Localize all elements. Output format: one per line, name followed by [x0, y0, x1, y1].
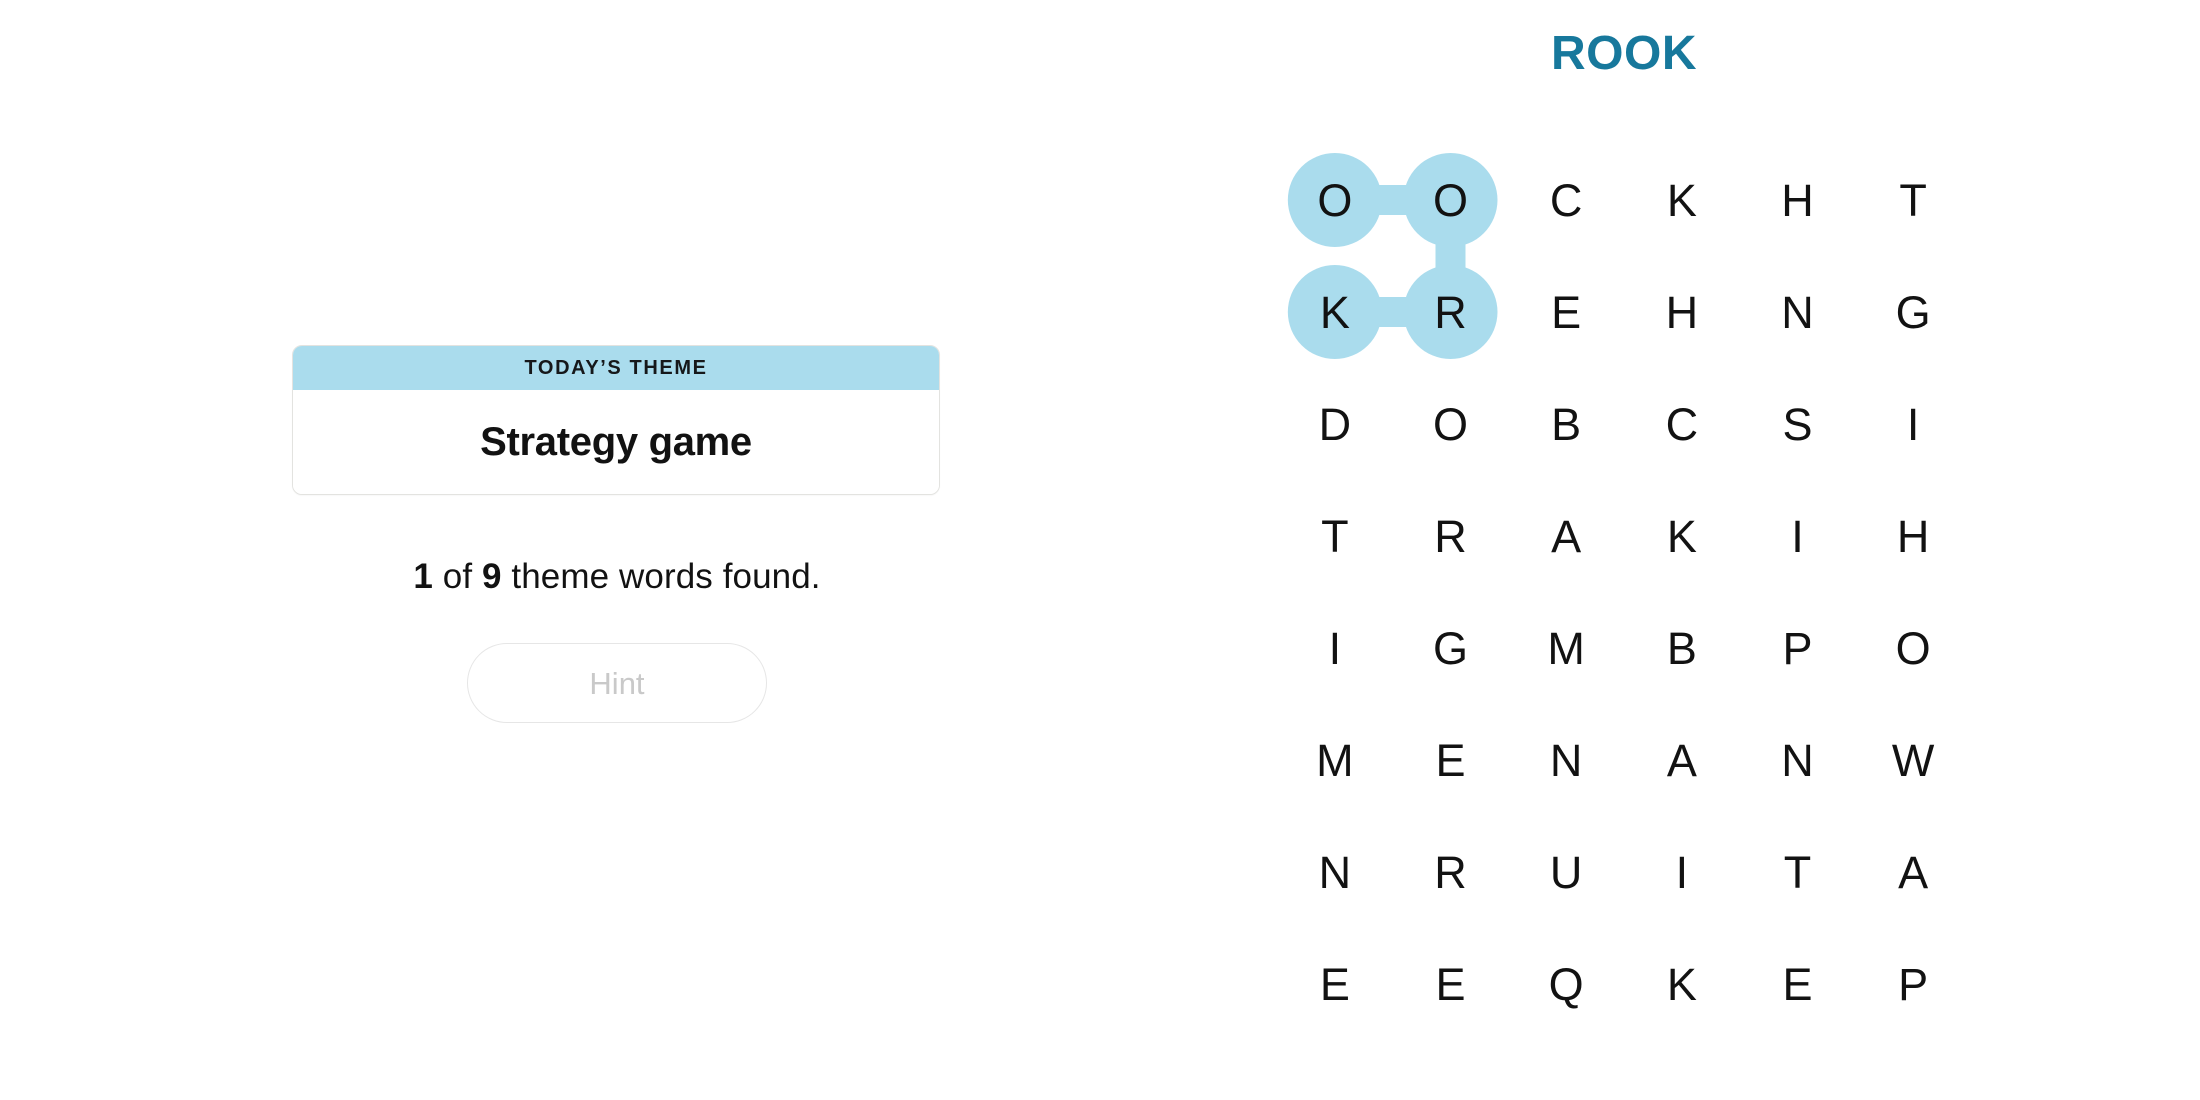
grid-cell-r7-c1[interactable]: E — [1393, 928, 1509, 1040]
theme-word: Strategy game — [480, 419, 752, 464]
progress-connector: of — [432, 557, 482, 596]
grid-cell-r3-c2[interactable]: A — [1508, 480, 1624, 592]
letter-grid[interactable]: OOCKHTKREHNGDOBCSITRAKIHIGMBPOMENANWNRUI… — [1277, 144, 1971, 1040]
grid-cell-r2-c1[interactable]: O — [1393, 368, 1509, 480]
grid-cell-r5-c2[interactable]: N — [1508, 704, 1624, 816]
grid-cell-r0-c0[interactable]: O — [1277, 144, 1393, 256]
found-count: 1 — [413, 557, 433, 596]
progress-suffix: theme words found. — [501, 557, 821, 596]
page-title: ROOK — [1551, 27, 1697, 80]
grid-cell-r6-c3[interactable]: I — [1624, 816, 1740, 928]
grid-cell-r0-c1[interactable]: O — [1393, 144, 1509, 256]
grid-cell-r7-c5[interactable]: P — [1855, 928, 1971, 1040]
total-count: 9 — [482, 557, 502, 596]
grid-cell-r4-c1[interactable]: G — [1393, 592, 1509, 704]
grid-cell-r2-c2[interactable]: B — [1508, 368, 1624, 480]
grid-cell-r6-c5[interactable]: A — [1855, 816, 1971, 928]
grid-cell-r1-c3[interactable]: H — [1624, 256, 1740, 368]
grid-cell-r6-c4[interactable]: T — [1740, 816, 1856, 928]
grid-cell-r5-c3[interactable]: A — [1624, 704, 1740, 816]
grid-cell-r1-c1[interactable]: R — [1393, 256, 1509, 368]
grid-cell-r4-c0[interactable]: I — [1277, 592, 1393, 704]
grid-cell-r6-c1[interactable]: R — [1393, 816, 1509, 928]
theme-words-progress: 1 of 9 theme words found. — [292, 557, 942, 597]
grid-cell-r3-c3[interactable]: K — [1624, 480, 1740, 592]
theme-card-header-label: TODAY’S THEME — [524, 356, 708, 379]
grid-cell-r0-c2[interactable]: C — [1508, 144, 1624, 256]
grid-cell-r3-c0[interactable]: T — [1277, 480, 1393, 592]
grid-cell-r0-c3[interactable]: K — [1624, 144, 1740, 256]
grid-cell-r1-c2[interactable]: E — [1508, 256, 1624, 368]
grid-cell-r4-c5[interactable]: O — [1855, 592, 1971, 704]
theme-card-header: TODAY’S THEME — [293, 346, 939, 390]
todays-theme-card: TODAY’S THEME Strategy game — [292, 345, 940, 495]
grid-cell-r6-c2[interactable]: U — [1508, 816, 1624, 928]
grid-cell-r2-c0[interactable]: D — [1277, 368, 1393, 480]
grid-cell-r3-c4[interactable]: I — [1740, 480, 1856, 592]
grid-cell-r3-c5[interactable]: H — [1855, 480, 1971, 592]
grid-cell-r5-c4[interactable]: N — [1740, 704, 1856, 816]
grid-cell-r4-c3[interactable]: B — [1624, 592, 1740, 704]
grid-cell-r2-c3[interactable]: C — [1624, 368, 1740, 480]
grid-cell-r6-c0[interactable]: N — [1277, 816, 1393, 928]
grid-cell-r2-c5[interactable]: I — [1855, 368, 1971, 480]
grid-cell-r7-c2[interactable]: Q — [1508, 928, 1624, 1040]
hint-button[interactable]: Hint — [467, 643, 767, 723]
grid-cell-r7-c3[interactable]: K — [1624, 928, 1740, 1040]
grid-cell-r0-c4[interactable]: H — [1740, 144, 1856, 256]
grid-cell-r1-c4[interactable]: N — [1740, 256, 1856, 368]
grid-cell-r1-c5[interactable]: G — [1855, 256, 1971, 368]
grid-cell-r1-c0[interactable]: K — [1277, 256, 1393, 368]
grid-cell-r3-c1[interactable]: R — [1393, 480, 1509, 592]
theme-panel: TODAY’S THEME Strategy game 1 of 9 theme… — [292, 345, 942, 723]
grid-cell-r5-c1[interactable]: E — [1393, 704, 1509, 816]
grid-cell-r7-c4[interactable]: E — [1740, 928, 1856, 1040]
theme-card-body: Strategy game — [293, 390, 939, 494]
puzzle-panel: ROOK OOCKHTKREHNGDOBCSITRAKIHIGMBPOMENAN… — [1277, 24, 1971, 1040]
grid-cell-r4-c4[interactable]: P — [1740, 592, 1856, 704]
grid-cell-r4-c2[interactable]: M — [1508, 592, 1624, 704]
grid-cell-r0-c5[interactable]: T — [1855, 144, 1971, 256]
grid-cell-r5-c0[interactable]: M — [1277, 704, 1393, 816]
grid-cell-r7-c0[interactable]: E — [1277, 928, 1393, 1040]
word-search-grid[interactable]: OOCKHTKREHNGDOBCSITRAKIHIGMBPOMENANWNRUI… — [1277, 144, 1971, 1040]
grid-cell-r5-c5[interactable]: W — [1855, 704, 1971, 816]
grid-cell-r2-c4[interactable]: S — [1740, 368, 1856, 480]
